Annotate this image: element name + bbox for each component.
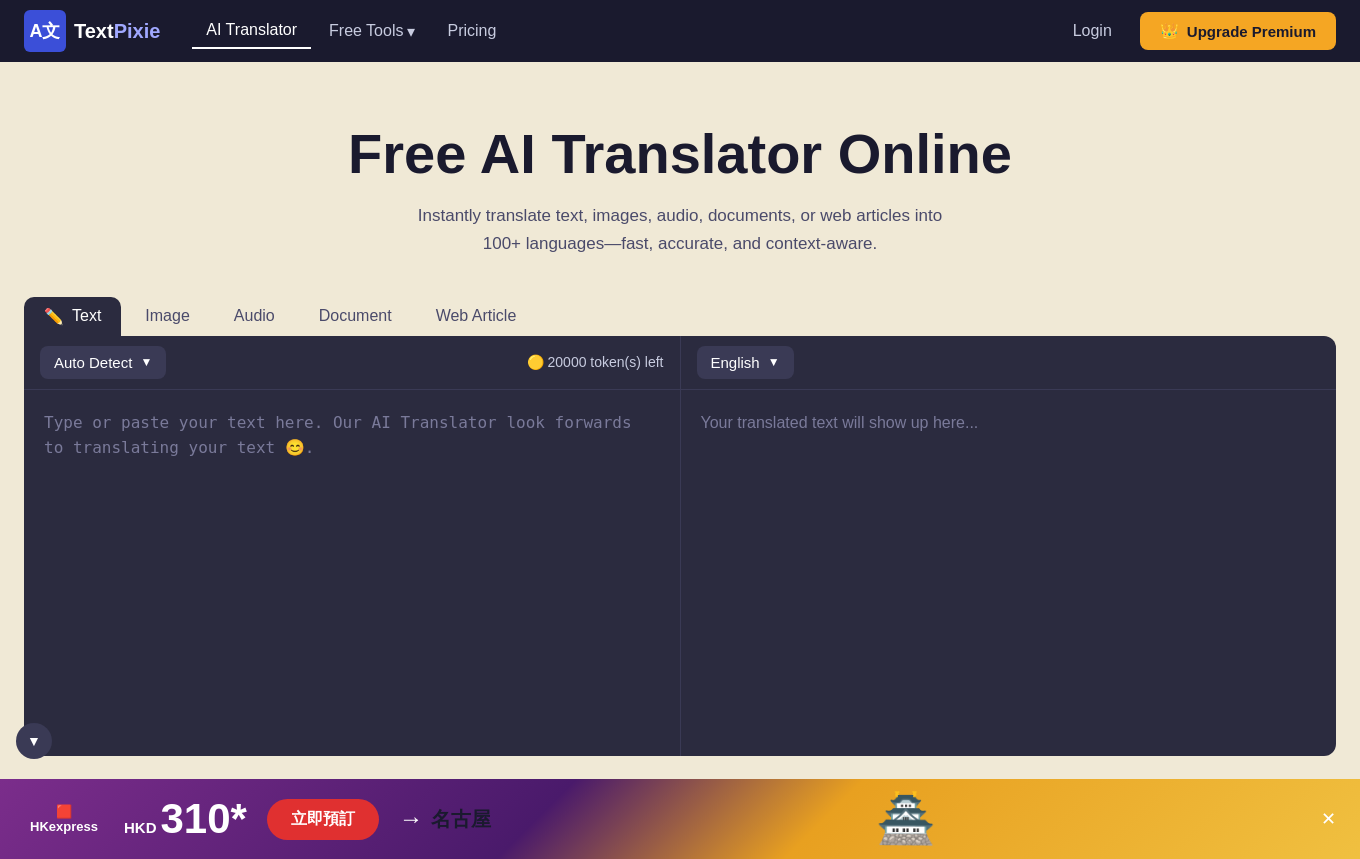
crown-icon: 👑 <box>1160 22 1179 40</box>
ad-logo: 🟥 HKexpress <box>24 804 104 834</box>
dropdown-chevron-icon: ▼ <box>140 355 152 369</box>
target-language-selector[interactable]: English ▼ <box>697 346 794 379</box>
login-button[interactable]: Login <box>1061 14 1124 48</box>
tab-text[interactable]: ✏️ Text <box>24 297 121 336</box>
pencil-icon: ✏️ <box>44 307 64 326</box>
nav-pricing[interactable]: Pricing <box>433 14 510 48</box>
panels-wrapper: Auto Detect ▼ 🟡 20000 token(s) left Engl… <box>24 336 1336 756</box>
ad-price: 310* <box>161 795 247 843</box>
translator-container: Auto Detect ▼ 🟡 20000 token(s) left Engl… <box>24 336 1336 756</box>
output-panel: English ▼ Your translated text will show… <box>681 336 1337 756</box>
ad-cta-button[interactable]: 立即預訂 <box>267 799 379 840</box>
tab-document[interactable]: Document <box>299 297 412 335</box>
ad-content: 🟥 HKexpress HKD 310* 立即預訂 → 名古屋 🏯 ✕ <box>24 791 1336 847</box>
hero-section: Free AI Translator Online Instantly tran… <box>0 62 1360 297</box>
ad-banner: 🟥 HKexpress HKD 310* 立即預訂 → 名古屋 🏯 ✕ <box>0 779 1360 859</box>
tab-audio[interactable]: Audio <box>214 297 295 335</box>
ad-destination: → 名古屋 <box>399 805 491 833</box>
hero-title: Free AI Translator Online <box>24 122 1336 186</box>
hero-subtitle: Instantly translate text, images, audio,… <box>320 202 1040 256</box>
source-text-input[interactable] <box>24 390 680 756</box>
ad-price-block: HKD 310* <box>124 795 247 843</box>
source-language-selector[interactable]: Auto Detect ▼ <box>40 346 166 379</box>
input-panel-header: Auto Detect ▼ 🟡 20000 token(s) left <box>24 336 680 390</box>
translated-text-output: Your translated text will show up here..… <box>681 390 1337 756</box>
token-info: 🟡 20000 token(s) left <box>527 354 664 370</box>
brand-name: TextPixie <box>74 20 160 43</box>
dropdown-arrow-icon: ▾ <box>407 22 415 41</box>
nav-free-tools[interactable]: Free Tools ▾ <box>315 14 429 49</box>
nav-ai-translator[interactable]: AI Translator <box>192 13 311 49</box>
output-panel-header: English ▼ <box>681 336 1337 390</box>
translator-section: ✏️ Text Image Audio Document Web Article… <box>0 297 1360 780</box>
input-panel: Auto Detect ▼ 🟡 20000 token(s) left <box>24 336 681 756</box>
ad-building-icon: 🏯 <box>876 791 936 847</box>
logo-box: A文 <box>24 10 66 52</box>
logo-text-symbol: A文 <box>30 19 61 43</box>
scroll-down-button[interactable]: ▼ <box>16 723 52 759</box>
tabs-bar: ✏️ Text Image Audio Document Web Article <box>24 297 1336 336</box>
tab-image[interactable]: Image <box>125 297 209 335</box>
brand-logo[interactable]: A文 TextPixie <box>24 10 160 52</box>
upgrade-button[interactable]: 👑 Upgrade Premium <box>1140 12 1336 50</box>
tab-web-article[interactable]: Web Article <box>416 297 537 335</box>
ad-close-button[interactable]: ✕ <box>1321 808 1336 830</box>
nav-right: Login 👑 Upgrade Premium <box>1061 12 1336 50</box>
dropdown-chevron-icon: ▼ <box>768 355 780 369</box>
navbar: A文 TextPixie AI Translator Free Tools ▾ … <box>0 0 1360 62</box>
nav-links: AI Translator Free Tools ▾ Pricing <box>192 13 1060 49</box>
chevron-down-icon: ▼ <box>27 733 41 749</box>
